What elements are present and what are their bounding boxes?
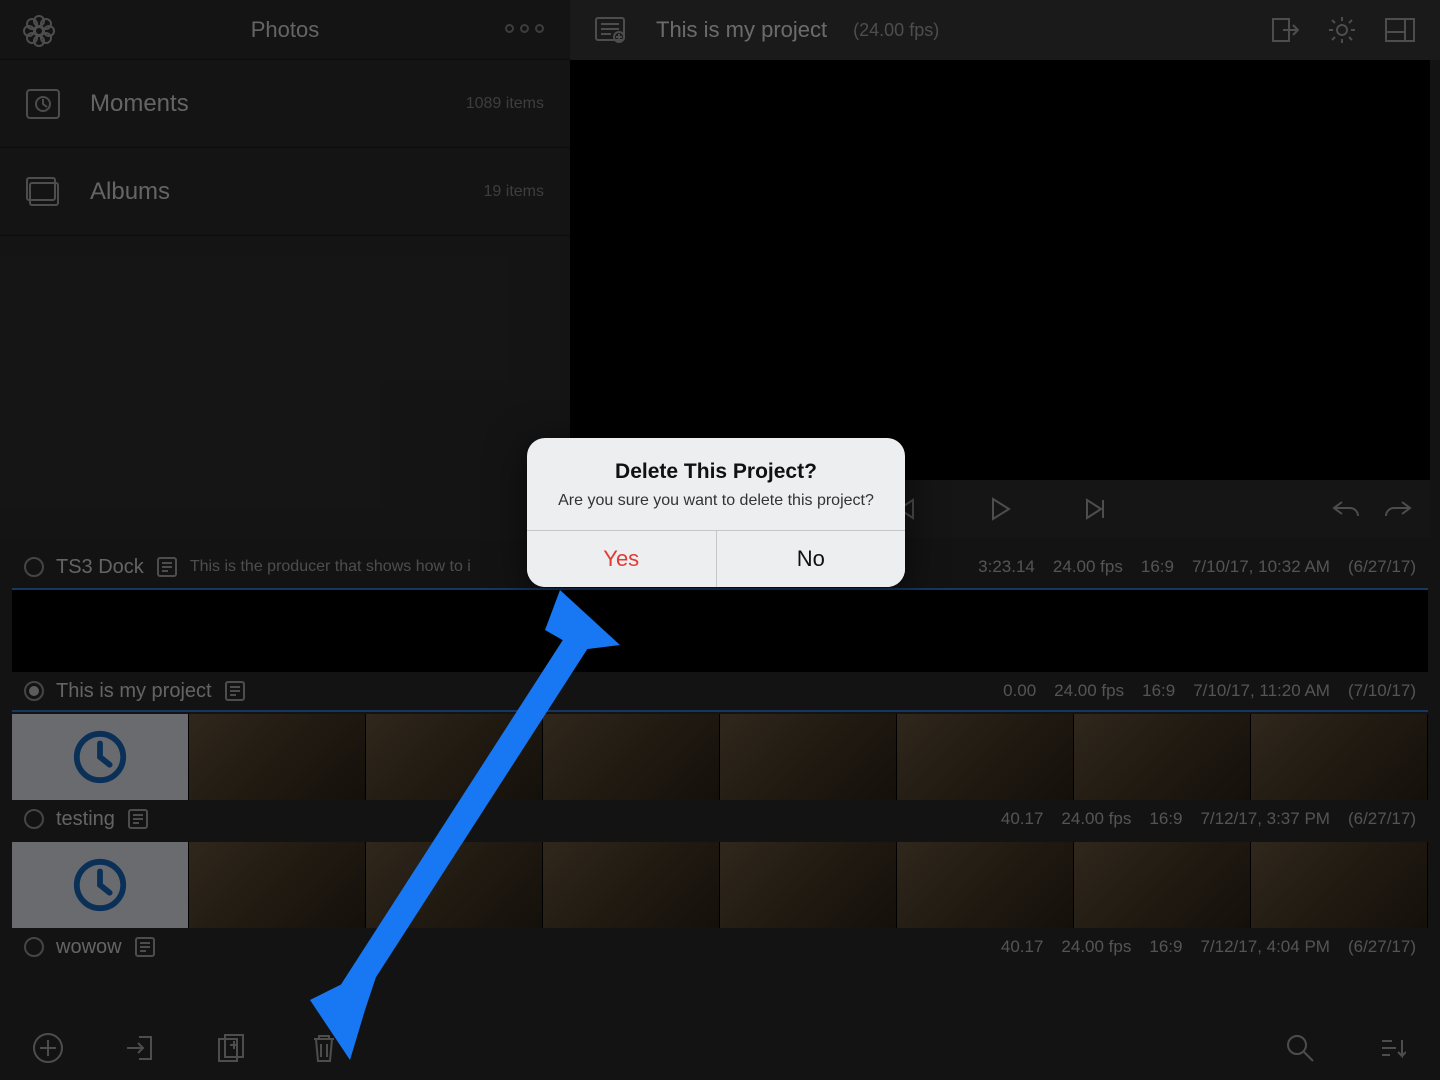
project-row[interactable]: wowow 40.17 24.00 fps 16:9 7/12/17, 4:04…	[12, 842, 1428, 966]
sidebar-item-label: Moments	[90, 90, 189, 118]
sidebar-title: Photos	[0, 17, 570, 43]
trash-icon[interactable]	[306, 1030, 342, 1066]
project-title: This is my project	[656, 17, 827, 43]
sidebar-header: Photos	[0, 0, 570, 60]
duplicate-icon[interactable]	[214, 1030, 250, 1066]
delete-project-dialog: Delete This Project? Are you sure you wa…	[527, 438, 905, 587]
add-icon[interactable]	[30, 1030, 66, 1066]
list-add-icon[interactable]	[590, 10, 630, 50]
project-meta: 0.00 24.00 fps 16:9 7/10/17, 11:20 AM (7…	[1003, 681, 1416, 701]
project-topbar: This is my project (24.00 fps)	[570, 0, 1440, 60]
sidebar-item-count: 19 items	[484, 183, 544, 201]
redo-icon[interactable]	[1384, 498, 1412, 520]
layout-icon[interactable]	[1380, 10, 1420, 50]
moments-icon	[26, 89, 66, 119]
note-icon[interactable]	[156, 556, 178, 578]
note-icon[interactable]	[127, 808, 149, 830]
play-icon[interactable]	[987, 496, 1013, 522]
albums-icon	[26, 177, 66, 207]
dialog-yes-button[interactable]: Yes	[527, 531, 717, 587]
project-fps: (24.00 fps)	[853, 20, 939, 41]
project-thumbnails	[12, 842, 1428, 928]
gear-icon[interactable]	[1322, 10, 1362, 50]
project-meta: 3:23.14 24.00 fps 16:9 7/10/17, 10:32 AM…	[978, 557, 1416, 577]
undo-icon[interactable]	[1332, 498, 1360, 520]
select-radio[interactable]	[24, 809, 44, 829]
dialog-no-button[interactable]: No	[717, 531, 906, 587]
more-icon[interactable]	[505, 24, 544, 33]
dialog-message: Are you sure you want to delete this pro…	[551, 490, 881, 512]
search-icon[interactable]	[1282, 1030, 1318, 1066]
project-thumbnails	[12, 590, 1428, 672]
sidebar-item-label: Albums	[90, 178, 170, 206]
sidebar-item-albums[interactable]: Albums 19 items	[0, 148, 570, 236]
photos-sidebar: Photos Moments 1089 items Albums 19 item…	[0, 0, 570, 540]
next-clip-icon[interactable]	[1083, 496, 1109, 522]
preview-viewport	[570, 60, 1430, 480]
project-row[interactable]: testing 40.17 24.00 fps 16:9 7/12/17, 3:…	[12, 714, 1428, 838]
select-radio[interactable]	[24, 937, 44, 957]
bottom-toolbar	[0, 1016, 1440, 1080]
sidebar-item-count: 1089 items	[466, 95, 544, 113]
note-icon[interactable]	[134, 936, 156, 958]
project-meta: 40.17 24.00 fps 16:9 7/12/17, 4:04 PM (6…	[1001, 937, 1416, 957]
project-thumbnails	[12, 714, 1428, 800]
dialog-title: Delete This Project?	[551, 460, 881, 484]
import-icon[interactable]	[122, 1030, 158, 1066]
project-name: testing	[56, 808, 115, 831]
project-name: TS3 Dock	[56, 556, 144, 579]
sidebar-item-moments[interactable]: Moments 1089 items	[0, 60, 570, 148]
select-radio[interactable]	[24, 681, 44, 701]
sort-icon[interactable]	[1374, 1030, 1410, 1066]
project-name: This is my project	[56, 680, 212, 703]
project-name: wowow	[56, 936, 122, 959]
project-desc: This is the producer that shows how to i	[190, 558, 471, 576]
note-icon[interactable]	[224, 680, 246, 702]
project-meta: 40.17 24.00 fps 16:9 7/12/17, 3:37 PM (6…	[1001, 809, 1416, 829]
project-list: TS3 Dock This is the producer that shows…	[12, 548, 1428, 1016]
select-radio[interactable]	[24, 557, 44, 577]
project-row[interactable]: This is my project 0.00 24.00 fps 16:9 7…	[12, 590, 1428, 710]
export-icon[interactable]	[1264, 10, 1304, 50]
